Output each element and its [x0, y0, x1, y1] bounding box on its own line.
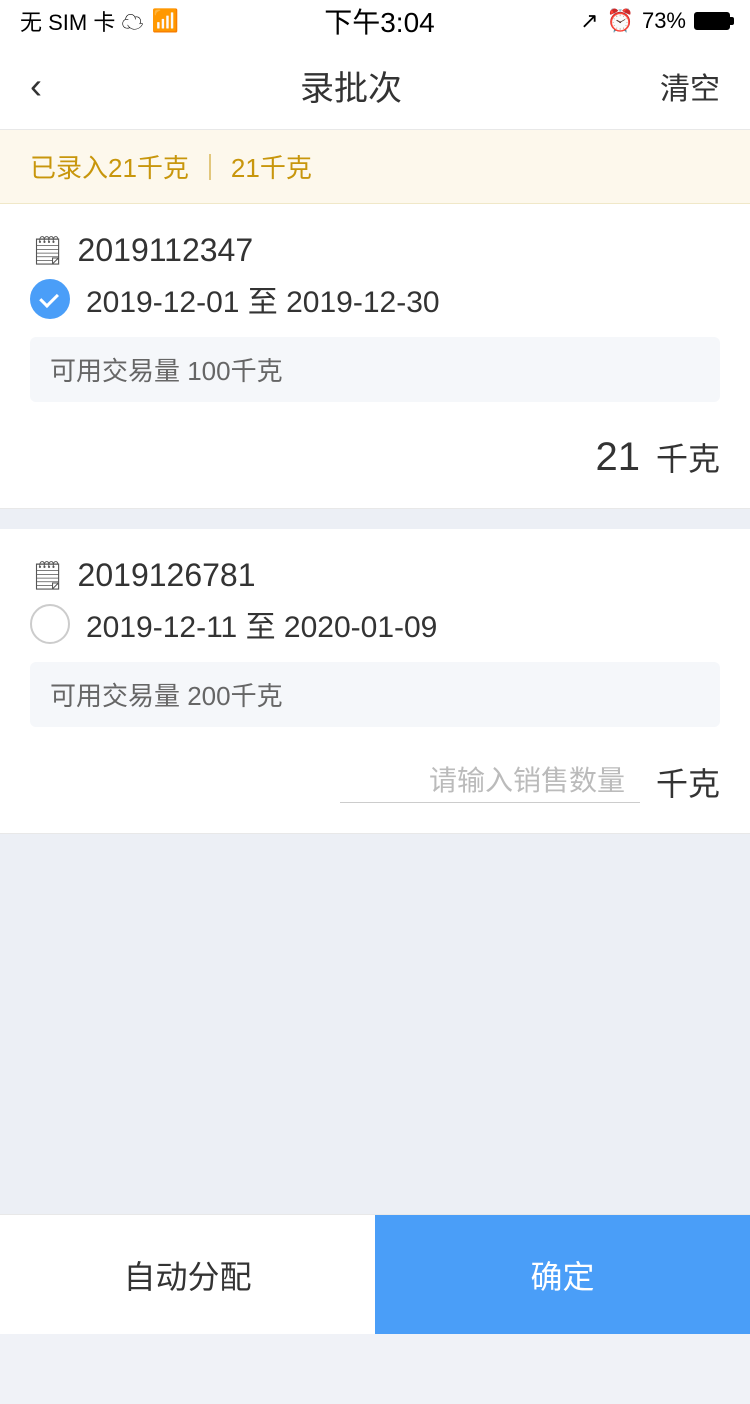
alarm-icon: ⏰	[607, 8, 634, 34]
recorded-summary: 已录入21千克	[30, 148, 189, 185]
nav-bar: ‹ 录批次 清空	[0, 42, 750, 130]
batch-1-icon: 🗒	[30, 234, 66, 267]
bottom-buttons: 自动分配 确定	[0, 1214, 750, 1334]
batch-1-date-row[interactable]: 2019-12-01 至 2019-12-30	[0, 277, 750, 337]
status-left: 无 SIM 卡 ☁ 📶	[20, 5, 179, 37]
section-separator-2	[0, 834, 750, 854]
batch-1-date: 2019-12-01 至 2019-12-30	[86, 277, 440, 321]
batch-1-available: 可用交易量 100千克	[30, 337, 720, 402]
summary-divider	[209, 154, 211, 180]
page-title: 录批次	[300, 61, 402, 110]
batch-1-radio[interactable]	[30, 279, 70, 319]
back-button[interactable]: ‹	[30, 65, 42, 107]
batch-item-1: 🗒 2019112347 2019-12-01 至 2019-12-30 可用交…	[0, 204, 750, 509]
batch-1-qty-unit: 千克	[656, 434, 720, 480]
batch-2-icon: 🗒	[30, 559, 66, 592]
batch-2-header: 🗒 2019126781	[0, 529, 750, 602]
location-icon: ↗	[580, 8, 598, 34]
content-wrapper: 已录入21千克 21千克 🗒 2019112347 2019-12-01 至 2…	[0, 130, 750, 1404]
batch-2-qty-unit: 千克	[656, 759, 720, 805]
wifi-icon: 📶	[151, 8, 178, 34]
status-bar: 无 SIM 卡 ☁ 📶 下午3:04 ↗ ⏰ 73%	[0, 0, 750, 42]
batch-item-2: 🗒 2019126781 2019-12-11 至 2020-01-09 可用交…	[0, 529, 750, 834]
status-right: ↗ ⏰ 73%	[580, 8, 730, 34]
batch-2-date: 2019-12-11 至 2020-01-09	[86, 602, 437, 646]
status-time: 下午3:04	[324, 1, 435, 41]
auto-distribute-button[interactable]: 自动分配	[0, 1215, 375, 1334]
battery-label: 73%	[642, 8, 686, 34]
batch-2-qty-input[interactable]	[340, 761, 640, 803]
batch-2-radio[interactable]	[30, 604, 70, 644]
batch-1-qty-value: 21	[595, 435, 640, 480]
batch-2-available: 可用交易量 200千克	[30, 662, 720, 727]
summary-bar: 已录入21千克 21千克	[0, 130, 750, 204]
clear-button[interactable]: 清空	[660, 64, 720, 108]
batch-1-number: 2019112347	[78, 232, 254, 269]
batch-2-number: 2019126781	[78, 557, 256, 594]
batch-2-date-row[interactable]: 2019-12-11 至 2020-01-09	[0, 602, 750, 662]
confirm-button[interactable]: 确定	[375, 1215, 750, 1334]
section-separator-1	[0, 509, 750, 529]
batch-1-qty-row: 21 千克	[0, 418, 750, 509]
batch-1-header: 🗒 2019112347	[0, 204, 750, 277]
sim-label: 无 SIM 卡 ☁	[20, 5, 143, 37]
total-summary: 21千克	[231, 148, 312, 185]
battery-icon	[694, 12, 730, 30]
batch-2-qty-row[interactable]: 千克	[0, 743, 750, 834]
